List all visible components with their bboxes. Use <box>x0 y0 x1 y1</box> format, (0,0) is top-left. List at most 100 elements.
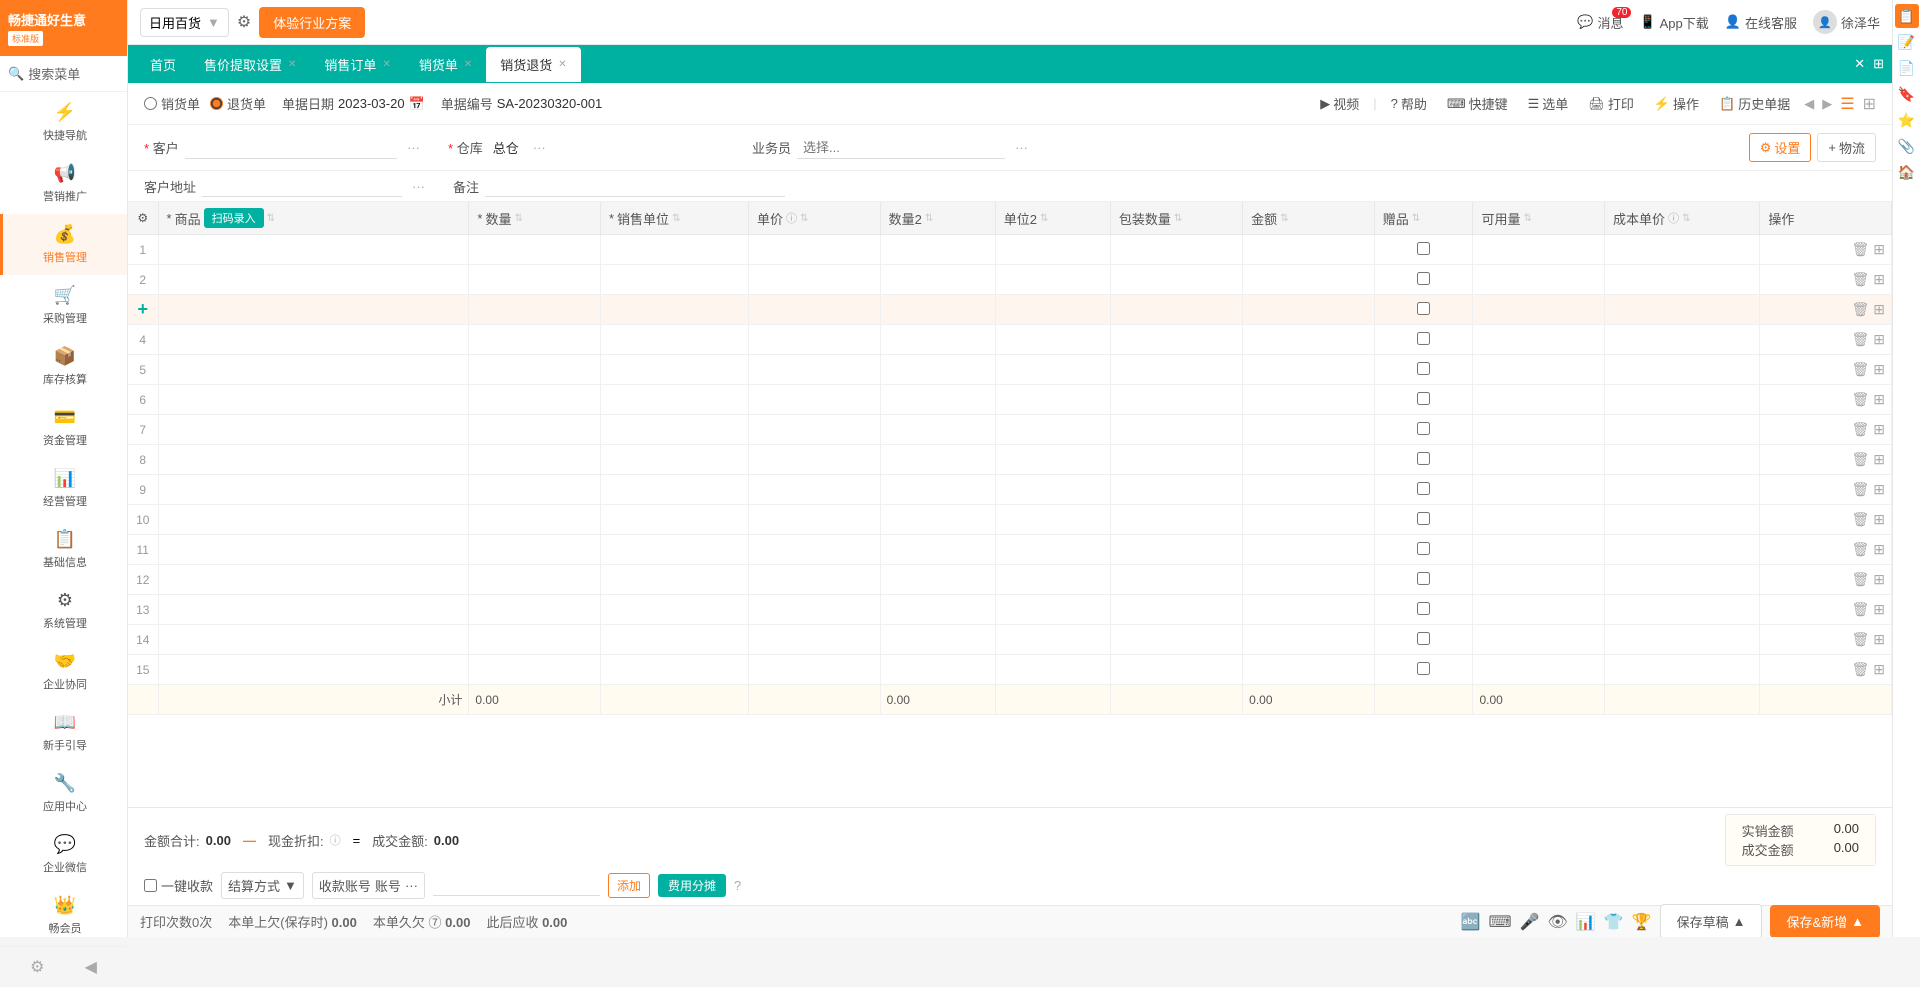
copy-icon[interactable]: ⊞ <box>1873 241 1885 258</box>
price-cell[interactable] <box>749 265 881 295</box>
unit-cell[interactable] <box>600 325 748 355</box>
right-panel-icon-1[interactable]: 📋 <box>1895 4 1919 28</box>
unit2-cell[interactable] <box>995 235 1110 265</box>
amount-cell[interactable] <box>1243 265 1375 295</box>
delete-icon[interactable]: 🗑 <box>1851 541 1869 558</box>
list-view-icon[interactable]: ☰ <box>1840 94 1854 114</box>
sidebar-item-quick-nav[interactable]: ⚡ 快捷导航 <box>0 92 127 153</box>
tab-home[interactable]: 首页 <box>136 47 190 82</box>
discount-info-icon[interactable]: ⓘ <box>330 832 341 848</box>
gift-cell[interactable] <box>1374 325 1473 355</box>
sidebar-settings-icon[interactable]: ⚙ <box>30 957 44 977</box>
message-btn[interactable]: 💬 消息 70 <box>1577 13 1623 32</box>
salesperson-input[interactable] <box>797 137 1005 159</box>
price-cell[interactable] <box>749 325 881 355</box>
gift-checkbox[interactable] <box>1417 482 1430 495</box>
delete-icon[interactable]: 🗑 <box>1851 481 1869 498</box>
right-panel-icon-4[interactable]: 🔖 <box>1895 82 1919 106</box>
copy-icon[interactable]: ⊞ <box>1873 451 1885 468</box>
info-icon[interactable]: ⓘ <box>786 210 797 226</box>
gift-cell[interactable] <box>1374 235 1473 265</box>
delete-icon[interactable]: 🗑 <box>1851 661 1869 678</box>
account-select[interactable]: 收款账号 账号 ··· <box>312 872 425 899</box>
tab-close-icon[interactable]: ✕ <box>288 59 296 70</box>
settings-gear-icon[interactable]: ⚙ <box>237 12 251 32</box>
amount-cell[interactable] <box>1243 295 1375 325</box>
product-cell[interactable] <box>158 355 469 385</box>
copy-icon[interactable]: ⊞ <box>1873 601 1885 618</box>
copy-icon[interactable]: ⊞ <box>1873 271 1885 288</box>
right-panel-icon-7[interactable]: 🏠 <box>1895 160 1919 184</box>
print-btn[interactable]: 🖨 打印 <box>1582 91 1640 116</box>
qty2-cell[interactable] <box>880 325 995 355</box>
price-cell[interactable] <box>749 295 881 325</box>
one-click-payment-checkbox[interactable] <box>144 879 157 892</box>
gift-checkbox[interactable] <box>1417 512 1430 525</box>
address-input[interactable] <box>202 175 402 197</box>
unit-cell[interactable] <box>600 295 748 325</box>
split-help-icon[interactable]: ? <box>734 878 741 893</box>
delete-icon[interactable]: 🗑 <box>1851 631 1869 648</box>
save-draft-btn[interactable]: 保存草稿 ▲ <box>1660 904 1763 937</box>
radio-input-return[interactable] <box>210 97 223 110</box>
product-cell-new[interactable] <box>158 295 469 325</box>
tab-sales-order[interactable]: 销售订单 ✕ <box>310 47 404 82</box>
product-cell[interactable] <box>158 235 469 265</box>
unit2-cell[interactable] <box>995 295 1110 325</box>
qty-cell[interactable] <box>469 265 601 295</box>
industry-select[interactable]: 日用百货 ▼ <box>140 8 229 37</box>
copy-icon[interactable]: ⊞ <box>1873 331 1885 348</box>
customer-input[interactable] <box>185 137 397 159</box>
cost-price-cell[interactable] <box>1605 265 1760 295</box>
unit2-cell[interactable] <box>995 325 1110 355</box>
copy-icon[interactable]: ⊞ <box>1873 361 1885 378</box>
copy-icon[interactable]: ⊞ <box>1873 511 1885 528</box>
sidebar-item-sales[interactable]: 💰 销售管理 <box>0 214 127 275</box>
qty-cell[interactable] <box>469 235 601 265</box>
unit-cell[interactable] <box>600 235 748 265</box>
pack-qty-cell[interactable] <box>1110 265 1242 295</box>
one-click-payment-label[interactable]: 一键收款 <box>144 876 213 895</box>
add-payment-btn[interactable]: 添加 <box>608 873 650 898</box>
logistics-btn[interactable]: + 物流 <box>1817 133 1876 162</box>
product-cell[interactable] <box>158 265 469 295</box>
amount-cell[interactable] <box>1243 235 1375 265</box>
save-new-btn[interactable]: 保存&新增 ▲ <box>1770 905 1880 937</box>
ops-btn[interactable]: ⚡ 操作 <box>1648 91 1705 116</box>
customer-select-btn[interactable]: ··· <box>403 140 424 155</box>
qty2-cell[interactable] <box>880 295 995 325</box>
gift-checkbox[interactable] <box>1417 602 1430 615</box>
copy-icon[interactable]: ⊞ <box>1873 541 1885 558</box>
copy-icon[interactable]: ⊞ <box>1873 391 1885 408</box>
tab-sales-return[interactable]: 销货退货 ✕ <box>486 47 580 82</box>
gift-checkbox[interactable] <box>1417 632 1430 645</box>
cost-price-cell[interactable] <box>1605 295 1760 325</box>
gift-checkbox[interactable] <box>1417 392 1430 405</box>
copy-icon[interactable]: ⊞ <box>1873 661 1885 678</box>
delete-icon[interactable]: 🗑 <box>1851 391 1869 408</box>
radio-return[interactable]: 退货单 <box>210 94 266 113</box>
tab-price-extract[interactable]: 售价提取设置 ✕ <box>190 47 310 82</box>
note-input[interactable] <box>485 175 785 197</box>
next-record-icon[interactable]: ▶ <box>1822 96 1832 112</box>
qty-cell[interactable] <box>469 295 601 325</box>
copy-icon[interactable]: ⊞ <box>1873 571 1885 588</box>
gift-checkbox[interactable] <box>1417 332 1430 345</box>
app-download-btn[interactable]: 📱 App下载 <box>1639 13 1708 32</box>
sidebar-item-purchase[interactable]: 🛒 采购管理 <box>0 275 127 336</box>
salesperson-select-btn[interactable]: ··· <box>1011 140 1032 155</box>
copy-icon[interactable]: ⊞ <box>1873 421 1885 438</box>
gift-checkbox[interactable] <box>1417 572 1430 585</box>
amount-input[interactable] <box>433 875 600 896</box>
experience-btn[interactable]: 体验行业方案 <box>259 7 365 38</box>
sidebar-item-marketing[interactable]: 📢 营销推广 <box>0 153 127 214</box>
gift-checkbox[interactable] <box>1417 242 1430 255</box>
video-btn[interactable]: ▶ 视频 <box>1314 91 1365 116</box>
amount-cell[interactable] <box>1243 325 1375 355</box>
pack-qty-cell[interactable] <box>1110 295 1242 325</box>
sidebar-item-enterprise[interactable]: 🤝 企业协同 <box>0 641 127 702</box>
gift-checkbox[interactable] <box>1417 362 1430 375</box>
available-cell[interactable] <box>1473 295 1605 325</box>
gift-cell[interactable] <box>1374 295 1473 325</box>
user-menu[interactable]: 👤 徐泽华 <box>1813 10 1880 34</box>
